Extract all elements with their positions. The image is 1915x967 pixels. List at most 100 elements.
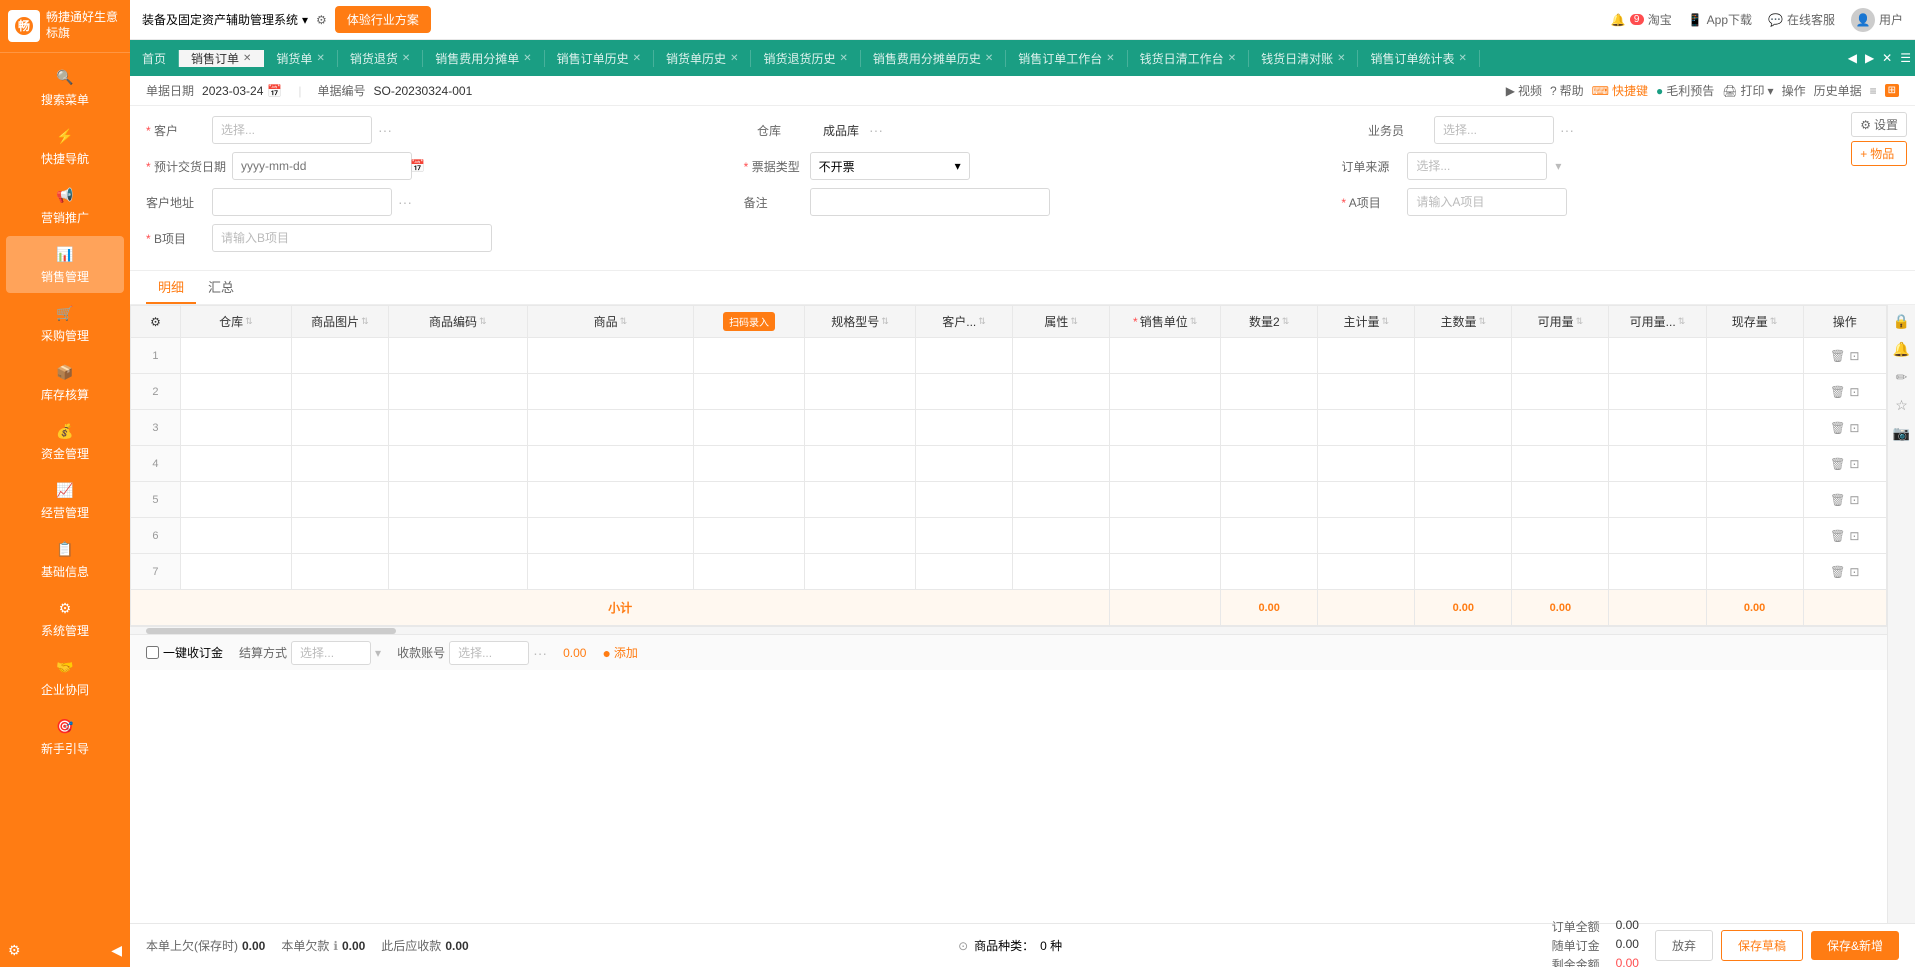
tab-item-5[interactable]: 销售订单历史✕ [545,50,654,67]
row-delete-btn[interactable]: 🗑 [1830,529,1845,543]
discard-button[interactable]: 放弃 [1655,930,1713,961]
star-tool-btn[interactable]: ☆ [1890,393,1914,417]
row-copy-btn[interactable]: ⊡ [1849,421,1859,435]
scan-btn[interactable]: 扫码录入 [723,312,775,331]
row-copy-btn[interactable]: ⊡ [1849,565,1859,579]
tab-menu-btn[interactable]: ☰ [1896,40,1915,76]
row-delete-btn[interactable]: 🗑 [1830,385,1845,399]
tab-item-7[interactable]: 销货退货历史✕ [751,50,860,67]
sidebar-item-5[interactable]: 📦库存核算 [6,354,124,411]
tab-item-1[interactable]: 销售订单✕ [179,50,264,67]
notifications-btn[interactable]: 🔔 9 淘宝 [1611,11,1672,28]
sidebar-item-4[interactable]: 🛒采购管理 [6,295,124,352]
customer-address-input[interactable] [212,188,392,216]
salesperson-input[interactable] [1434,116,1554,144]
sidebar-item-11[interactable]: 🎯新手引导 [6,708,124,765]
tab-item-4[interactable]: 销售费用分摊单✕ [423,50,544,67]
quick-order-checkbox-group[interactable]: 一键收订金 [146,644,223,661]
settings-form-btn[interactable]: ⚙ 设置 [1851,112,1907,137]
tab-item-0[interactable]: 首页 [130,50,179,67]
row-copy-btn[interactable]: ⊡ [1849,529,1859,543]
sidebar-item-10[interactable]: 🤝企业协同 [6,649,124,706]
collapse-icon[interactable]: ◀ [111,942,122,959]
tab-close-7[interactable]: ✕ [839,53,847,64]
tab-summary[interactable]: 汇总 [196,271,246,304]
row-delete-btn[interactable]: 🗑 [1830,565,1845,579]
customer-input[interactable] [212,116,372,144]
tab-close-2[interactable]: ✕ [316,53,324,64]
notification-tool-btn[interactable]: 🔔 [1890,337,1914,361]
edit-tool-btn[interactable]: ✏ [1890,365,1914,389]
receipt-account-more-icon[interactable]: ··· [533,645,547,661]
sidebar-item-6[interactable]: 💰资金管理 [6,413,124,470]
row-delete-btn[interactable]: 🗑 [1830,349,1845,363]
user-menu[interactable]: 👤 用户 [1851,8,1903,32]
settings-icon[interactable]: ⚙ [8,942,21,959]
tab-item-9[interactable]: 销售订单工作台✕ [1006,50,1127,67]
tab-close-12[interactable]: ✕ [1459,53,1467,64]
row-delete-btn[interactable]: 🗑 [1830,421,1845,435]
tab-item-11[interactable]: 钱货日清对账✕ [1249,50,1358,67]
tab-item-2[interactable]: 销货单✕ [264,50,337,67]
tab-close-1[interactable]: ✕ [243,53,251,64]
receipt-account-input[interactable] [449,641,529,665]
print-btn[interactable]: 🖨 打印 ▾ [1722,82,1773,99]
grid-view-icon[interactable]: ⊞ [1885,84,1899,97]
tab-item-3[interactable]: 销货退货✕ [338,50,423,67]
view-btn[interactable]: ▶ 视频 [1506,82,1542,99]
add-btn[interactable]: ● 添加 [602,644,637,661]
list-view-icon[interactable]: ≡ [1870,84,1877,98]
settlement-input[interactable] [291,641,371,665]
history-docs-btn[interactable]: 历史单据 [1814,82,1862,99]
header-settings-btn[interactable]: ⚙ [316,13,327,27]
order-source-input[interactable] [1407,152,1547,180]
row-delete-btn[interactable]: 🗑 [1830,493,1845,507]
operations-btn[interactable]: 操作 [1782,82,1806,99]
tab-close-4[interactable]: ✕ [523,53,531,64]
expected-delivery-input[interactable] [233,159,404,173]
tab-close-8[interactable]: ✕ [985,53,993,64]
remarks-input[interactable] [810,188,1050,216]
tab-close-11[interactable]: ✕ [1337,53,1345,64]
address-more-icon[interactable]: ··· [398,194,412,210]
sidebar-item-9[interactable]: ⚙系统管理 [6,590,124,647]
tab-item-6[interactable]: 销货单历史✕ [654,50,751,67]
app-download-btn[interactable]: 📱 App下载 [1688,11,1752,28]
solution-button[interactable]: 体验行业方案 [335,6,431,33]
profit-forecast-btn[interactable]: ● 毛利预告 [1656,82,1714,99]
a-project-input[interactable] [1407,188,1567,216]
tab-close-6[interactable]: ✕ [730,53,738,64]
row-copy-btn[interactable]: ⊡ [1849,385,1859,399]
tab-close-10[interactable]: ✕ [1228,53,1236,64]
b-project-input[interactable] [212,224,492,252]
sidebar-item-2[interactable]: 📢营销推广 [6,177,124,234]
sidebar-item-0[interactable]: 🔍搜索菜单 [6,59,124,116]
save-new-button[interactable]: 保存&新增 [1811,931,1899,960]
tab-close-9[interactable]: ✕ [1106,53,1114,64]
help-btn[interactable]: ? 帮助 [1550,82,1584,99]
sidebar-item-8[interactable]: 📋基础信息 [6,531,124,588]
add-goods-btn[interactable]: + 物品 [1851,141,1907,166]
save-draft-button[interactable]: 保存草稿 [1721,930,1803,961]
tab-item-10[interactable]: 钱货日清工作台✕ [1128,50,1249,67]
camera-tool-btn[interactable]: 📷 [1890,421,1914,445]
lock-tool-btn[interactable]: 🔒 [1890,309,1914,333]
row-delete-btn[interactable]: 🗑 [1830,457,1845,471]
shortcut-btn[interactable]: ⌨ 快捷键 [1592,82,1648,99]
sidebar-item-3[interactable]: 📊销售管理 [6,236,124,293]
customer-more-icon[interactable]: ··· [378,122,392,138]
tab-item-12[interactable]: 销售订单统计表✕ [1358,50,1479,67]
quick-order-checkbox[interactable] [146,646,159,659]
invoice-type-select[interactable]: 不开票 ▾ [810,152,970,180]
online-service-btn[interactable]: 💬 在线客服 [1768,11,1835,28]
tab-close-3[interactable]: ✕ [402,53,410,64]
sidebar-item-7[interactable]: 📈经营管理 [6,472,124,529]
tab-close-all-btn[interactable]: ✕ [1878,40,1896,76]
calendar-icon[interactable]: 📅 [267,84,282,98]
calendar-small-icon[interactable]: 📅 [404,159,431,173]
row-copy-btn[interactable]: ⊡ [1849,349,1859,363]
row-copy-btn[interactable]: ⊡ [1849,493,1859,507]
sidebar-item-1[interactable]: ⚡快捷导航 [6,118,124,175]
row-copy-btn[interactable]: ⊡ [1849,457,1859,471]
warehouse-more-icon[interactable]: ··· [869,122,883,138]
